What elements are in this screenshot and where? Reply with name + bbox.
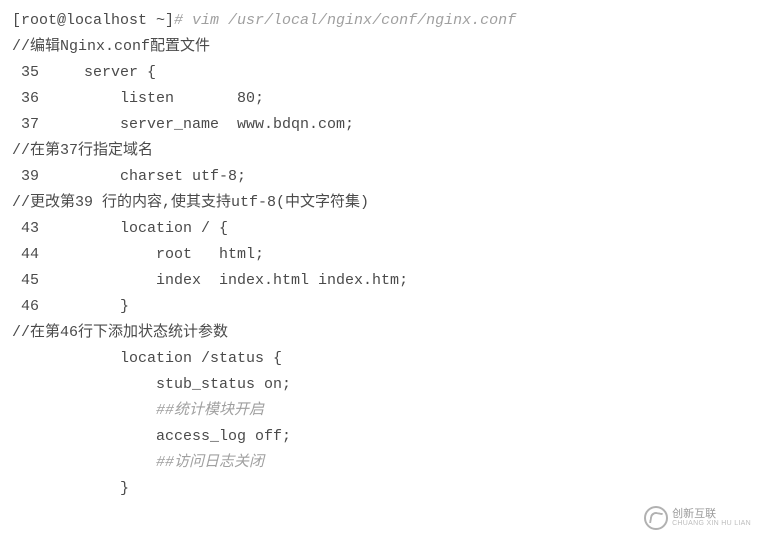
- line-37: 37 server_name www.bdqn.com;: [12, 112, 745, 138]
- watermark-cn: 创新互联: [672, 509, 751, 520]
- line-44: 44 root html;: [12, 242, 745, 268]
- comment-line46: //在第46行下添加状态统计参数: [12, 320, 745, 346]
- watermark: 创新互联 CHUANG XIN HU LIAN: [644, 506, 751, 530]
- watermark-text: 创新互联 CHUANG XIN HU LIAN: [672, 509, 751, 527]
- location-status: location /status {: [12, 346, 745, 372]
- comment-line37: //在第37行指定域名: [12, 138, 745, 164]
- access-log: access_log off;: [12, 424, 745, 450]
- watermark-en: CHUANG XIN HU LIAN: [672, 520, 751, 527]
- line-43: 43 location / {: [12, 216, 745, 242]
- comment-edit-file: //编辑Nginx.conf配置文件: [12, 34, 745, 60]
- vim-command: # vim /usr/local/nginx/conf/nginx.conf: [174, 12, 516, 29]
- line-36: 36 listen 80;: [12, 86, 745, 112]
- line-35: 35 server {: [12, 60, 745, 86]
- line-45: 45 index index.html index.htm;: [12, 268, 745, 294]
- closing-brace: }: [12, 476, 745, 502]
- shell-prompt: [root@localhost ~]: [12, 12, 174, 29]
- watermark-logo-icon: [644, 506, 668, 530]
- line-39: 39 charset utf-8;: [12, 164, 745, 190]
- comment-access-log: ##访问日志关闭: [12, 450, 745, 476]
- comment-stub-status: ##统计模块开启: [12, 398, 745, 424]
- comment-line39: //更改第39 行的内容,使其支持utf-8(中文字符集): [12, 190, 745, 216]
- prompt-line: [root@localhost ~]# vim /usr/local/nginx…: [12, 8, 745, 34]
- line-46: 46 }: [12, 294, 745, 320]
- stub-status: stub_status on;: [12, 372, 745, 398]
